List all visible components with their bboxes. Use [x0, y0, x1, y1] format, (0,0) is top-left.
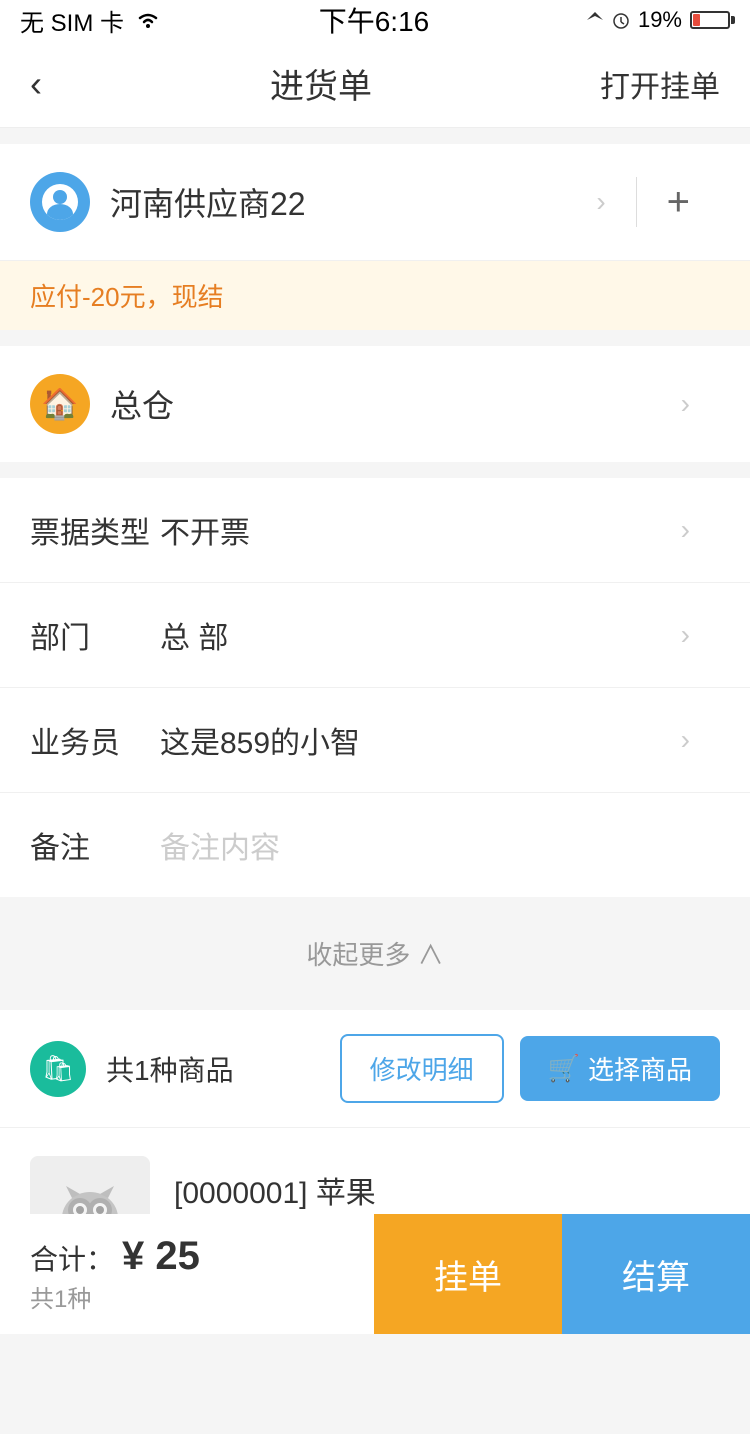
department-label: 部门 [30, 613, 160, 657]
total-count: 共1种 [30, 1279, 344, 1314]
product-count-text: 共1种商品 [106, 1049, 340, 1089]
invoice-row[interactable]: 票据类型 不开票 › [0, 478, 750, 583]
wifi-icon [134, 10, 162, 30]
supplier-left: 河南供应商22 [30, 172, 596, 232]
warehouse-name: 总仓 [110, 381, 681, 427]
status-time: 下午6:16 [319, 0, 430, 40]
location-icon [586, 11, 604, 29]
product-count-icon: 🛍 [30, 1041, 86, 1097]
warehouse-chevron-icon: › [681, 388, 690, 420]
cart-icon: 🛒 [548, 1053, 580, 1084]
status-carrier: 无 SIM 卡 [20, 3, 162, 38]
total-section: 合计： ¥ 25 共1种 [0, 1214, 374, 1334]
carrier-text: 无 SIM 卡 [20, 3, 124, 38]
department-chevron-icon: › [681, 619, 690, 651]
nav-bar: ‹ 进货单 打开挂单 [0, 40, 750, 128]
product-name: [0000001] 苹果 [174, 1168, 672, 1212]
sales-row[interactable]: 业务员 这是859的小智 › [0, 688, 750, 793]
remark-input[interactable]: 备注内容 [160, 823, 720, 867]
supplier-name: 河南供应商22 [110, 179, 306, 225]
bottom-bar: 合计： ¥ 25 共1种 挂单 结算 [0, 1214, 750, 1334]
select-product-label: 选择商品 [588, 1050, 692, 1087]
page-title: 进货单 [270, 59, 372, 108]
add-button[interactable]: + [637, 180, 720, 225]
supplier-avatar [30, 172, 90, 232]
supplier-chevron-icon: › [596, 186, 605, 218]
sales-label: 业务员 [30, 718, 160, 762]
sales-chevron-icon: › [681, 724, 690, 756]
total-amount: ¥ 25 [122, 1234, 200, 1279]
invoice-value: 不开票 [160, 508, 681, 552]
sales-value: 这是859的小智 [160, 718, 681, 762]
open-pending-button[interactable]: 打开挂单 [600, 62, 720, 106]
warehouse-icon-wrap: 🏠 [30, 374, 90, 434]
status-bar: 无 SIM 卡 下午6:16 19% [0, 0, 750, 40]
status-right: 19% [586, 7, 730, 33]
battery-icon [690, 11, 730, 29]
select-product-button[interactable]: 🛒 选择商品 [520, 1036, 720, 1101]
supplier-row[interactable]: 河南供应商22 › + [0, 144, 750, 261]
product-id: [0000001] [174, 1177, 307, 1210]
shopping-bag-icon: 🛍 [41, 1053, 74, 1084]
edit-detail-button[interactable]: 修改明细 [340, 1034, 504, 1103]
checkout-button[interactable]: 结算 [562, 1214, 750, 1334]
battery-percent: 19% [638, 7, 682, 33]
pending-button[interactable]: 挂单 [374, 1214, 562, 1334]
department-value: 总 部 [160, 613, 681, 657]
product-title: 苹果 [316, 1177, 376, 1210]
collapse-button[interactable]: 收起更多 ∧ [0, 913, 750, 994]
warning-banner: 应付-20元，现结 [0, 261, 750, 330]
alarm-icon [612, 11, 630, 29]
department-row[interactable]: 部门 总 部 › [0, 583, 750, 688]
total-label: 合计： [30, 1238, 114, 1278]
total-label-row: 合计： ¥ 25 [30, 1234, 344, 1279]
avatar-inner [42, 184, 78, 220]
warehouse-icon: 🏠 [41, 387, 78, 422]
invoice-label: 票据类型 [30, 508, 160, 552]
warehouse-row[interactable]: 🏠 总仓 › [0, 346, 750, 462]
product-header: 🛍 共1种商品 修改明细 🛒 选择商品 [0, 1010, 750, 1128]
warehouse-section: 🏠 总仓 › [0, 346, 750, 462]
supplier-section: 河南供应商22 › + 应付-20元，现结 [0, 144, 750, 330]
invoice-chevron-icon: › [681, 514, 690, 546]
back-button[interactable]: ‹ [30, 63, 42, 105]
remark-row[interactable]: 备注 备注内容 [0, 793, 750, 897]
remark-label: 备注 [30, 823, 160, 867]
form-section: 票据类型 不开票 › 部门 总 部 › 业务员 这是859的小智 › 备注 备注… [0, 478, 750, 897]
